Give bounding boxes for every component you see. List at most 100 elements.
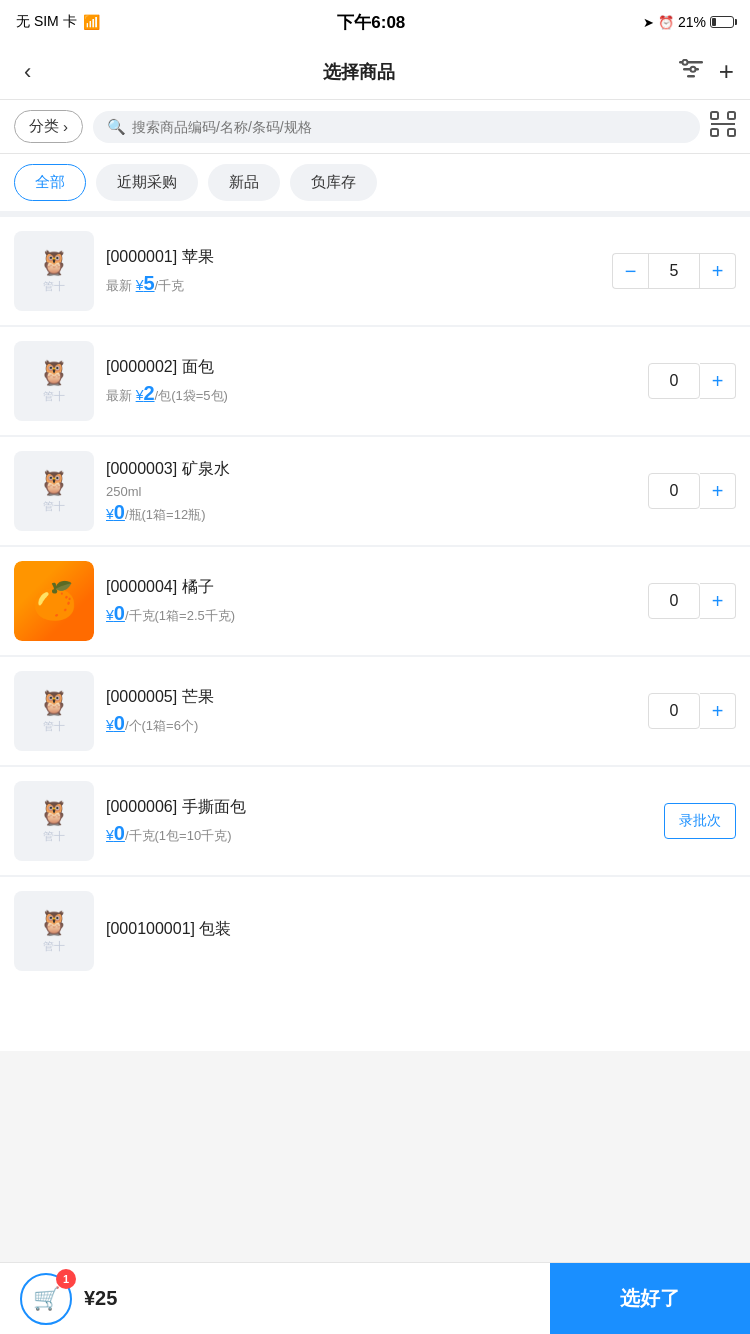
quantity-control: − +: [612, 253, 736, 289]
tab-recent[interactable]: 近期采购: [96, 164, 198, 201]
scan-icon[interactable]: [710, 111, 736, 142]
bottom-bar: 🛒 1 ¥25 选好了: [0, 1262, 750, 1334]
svg-rect-2: [687, 75, 695, 78]
svg-rect-5: [711, 112, 718, 119]
list-item: 🦉 管十 [0000003] 矿泉水 250ml ¥0/瓶(1箱=12瓶) +: [0, 437, 750, 545]
product-name: [0000002] 面包: [106, 357, 636, 378]
product-price: ¥0/瓶(1箱=12瓶): [106, 501, 636, 524]
category-chevron: ›: [63, 118, 68, 135]
list-item: 🦉 管十 [0000001] 苹果 最新 ¥5/千克 − +: [0, 217, 750, 325]
cart-section: 🛒 1 ¥25: [0, 1273, 550, 1325]
product-name: [0000003] 矿泉水: [106, 459, 636, 480]
product-image: 🦉 管十: [14, 671, 94, 751]
product-spec: 250ml: [106, 484, 636, 499]
product-price: ¥0/千克(1包=10千克): [106, 822, 652, 845]
product-info: [000100001] 包装: [106, 919, 736, 944]
product-info: [0000006] 手撕面包 ¥0/千克(1包=10千克): [106, 797, 652, 845]
placeholder-icon: 🦉: [39, 689, 69, 717]
location-icon: ➤: [643, 15, 654, 30]
category-label: 分类: [29, 117, 59, 136]
search-input[interactable]: [132, 119, 686, 135]
record-batch-button[interactable]: 录批次: [664, 803, 736, 839]
product-name: [0000005] 芒果: [106, 687, 636, 708]
increase-button[interactable]: +: [700, 253, 736, 289]
product-list: 🦉 管十 [0000001] 苹果 最新 ¥5/千克 − + 🦉 管十 [000…: [0, 217, 750, 1051]
product-price: ¥0/个(1箱=6个): [106, 712, 636, 735]
product-image: 🦉 管十: [14, 451, 94, 531]
back-button[interactable]: ‹: [16, 51, 39, 93]
product-image: 🦉 管十: [14, 891, 94, 971]
search-area: 分类 › 🔍: [0, 100, 750, 154]
product-info: [0000001] 苹果 最新 ¥5/千克: [106, 247, 600, 295]
search-icon: 🔍: [107, 118, 126, 136]
increase-button[interactable]: +: [700, 363, 736, 399]
placeholder-icon: 🦉: [39, 799, 69, 827]
placeholder-icon: 🦉: [39, 249, 69, 277]
quantity-input[interactable]: [648, 473, 700, 509]
product-name: [0000004] 橘子: [106, 577, 636, 598]
tab-all[interactable]: 全部: [14, 164, 86, 201]
tab-negative[interactable]: 负库存: [290, 164, 377, 201]
placeholder-icon: 🦉: [39, 909, 69, 937]
product-image: 🍊: [14, 561, 94, 641]
product-info: [0000002] 面包 最新 ¥2/包(1袋=5包): [106, 357, 636, 405]
filter-icon[interactable]: [679, 59, 703, 84]
svg-point-4: [690, 67, 695, 72]
tab-new[interactable]: 新品: [208, 164, 280, 201]
increase-button[interactable]: +: [700, 473, 736, 509]
status-time: 下午6:08: [337, 11, 405, 34]
product-info: [0000005] 芒果 ¥0/个(1箱=6个): [106, 687, 636, 735]
battery-icon: [710, 16, 734, 28]
quantity-input[interactable]: [648, 583, 700, 619]
svg-rect-6: [728, 112, 735, 119]
quantity-input[interactable]: [648, 253, 700, 289]
product-image: 🦉 管十: [14, 231, 94, 311]
cart-total: ¥25: [84, 1287, 117, 1310]
product-info: [0000003] 矿泉水 250ml ¥0/瓶(1箱=12瓶): [106, 459, 636, 524]
page-title: 选择商品: [323, 60, 395, 84]
list-item: 🦉 管十 [0000002] 面包 最新 ¥2/包(1袋=5包) +: [0, 327, 750, 435]
wifi-icon: 📶: [83, 14, 100, 30]
product-name: [0000006] 手撕面包: [106, 797, 652, 818]
product-price: 最新 ¥2/包(1袋=5包): [106, 382, 636, 405]
status-right: ➤ ⏰ 21%: [643, 14, 734, 30]
product-image: 🦉 管十: [14, 781, 94, 861]
list-item: 🍊 [0000004] 橘子 ¥0/千克(1箱=2.5千克) +: [0, 547, 750, 655]
quantity-control: +: [648, 693, 736, 729]
svg-rect-7: [711, 129, 718, 136]
quantity-input[interactable]: [648, 693, 700, 729]
quantity-control: +: [648, 363, 736, 399]
quantity-input[interactable]: [648, 363, 700, 399]
search-input-wrap: 🔍: [93, 111, 700, 143]
product-price: 最新 ¥5/千克: [106, 272, 600, 295]
quantity-control: +: [648, 583, 736, 619]
status-left: 无 SIM 卡 📶: [16, 13, 100, 31]
list-item: 🦉 管十 [0000006] 手撕面包 ¥0/千克(1包=10千克) 录批次: [0, 767, 750, 875]
svg-rect-9: [728, 129, 735, 136]
filter-tabs: 全部 近期采购 新品 负库存: [0, 154, 750, 217]
quantity-control: +: [648, 473, 736, 509]
placeholder-icon: 🦉: [39, 469, 69, 497]
increase-button[interactable]: +: [700, 693, 736, 729]
battery-percent: 21%: [678, 14, 706, 30]
nav-actions: +: [679, 56, 734, 87]
cart-icon: 🛒: [33, 1286, 60, 1312]
alarm-icon: ⏰: [658, 15, 674, 30]
confirm-button[interactable]: 选好了: [550, 1263, 750, 1335]
cart-badge: 1: [56, 1269, 76, 1289]
product-name: [000100001] 包装: [106, 919, 736, 940]
list-item: 🦉 管十 [000100001] 包装: [0, 877, 750, 1051]
list-item: 🦉 管十 [0000005] 芒果 ¥0/个(1箱=6个) +: [0, 657, 750, 765]
add-icon[interactable]: +: [719, 56, 734, 87]
nav-bar: ‹ 选择商品 +: [0, 44, 750, 100]
category-button[interactable]: 分类 ›: [14, 110, 83, 143]
cart-button[interactable]: 🛒 1: [20, 1273, 72, 1325]
status-bar: 无 SIM 卡 📶 下午6:08 ➤ ⏰ 21%: [0, 0, 750, 44]
product-price: ¥0/千克(1箱=2.5千克): [106, 602, 636, 625]
increase-button[interactable]: +: [700, 583, 736, 619]
product-name: [0000001] 苹果: [106, 247, 600, 268]
product-info: [0000004] 橘子 ¥0/千克(1箱=2.5千克): [106, 577, 636, 625]
decrease-button[interactable]: −: [612, 253, 648, 289]
sim-status: 无 SIM 卡: [16, 13, 77, 31]
product-image: 🦉 管十: [14, 341, 94, 421]
